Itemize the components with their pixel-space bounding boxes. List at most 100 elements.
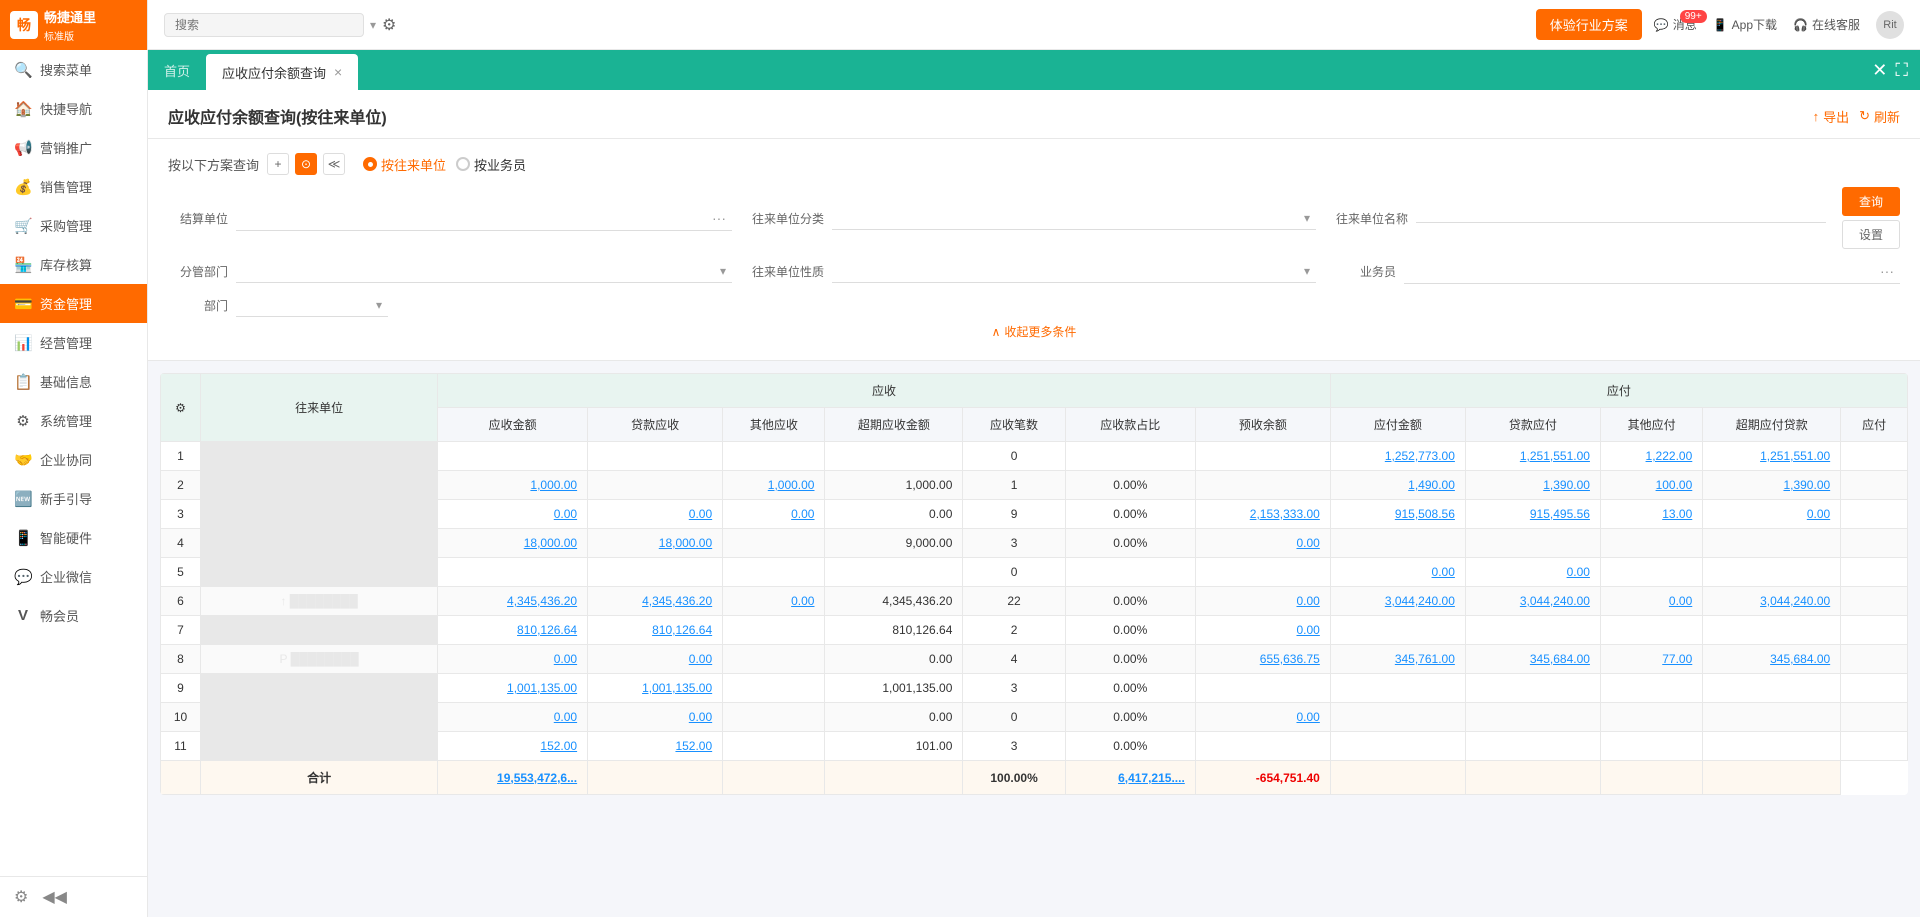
query-button[interactable]: 查询 bbox=[1842, 187, 1900, 216]
settlement-dots-icon[interactable]: ··· bbox=[712, 210, 726, 226]
filter-row-1: 结算单位 ··· 往来单位分类 ▾ 往来单位名称 bbox=[168, 187, 1900, 249]
table-wrapper[interactable]: ⚙ 往来单位 应收 应付 bbox=[160, 373, 1908, 795]
table-row: 11████████152.00152.00101.0030.00% bbox=[161, 732, 1908, 761]
table-row: 10████████0.000.000.0000.00%0.00 bbox=[161, 703, 1908, 732]
sidebar-item-hardware[interactable]: 📱 智能硬件 bbox=[0, 518, 147, 557]
col-ar-overdue: 超期应收金额 bbox=[825, 408, 963, 442]
filter-row-3: 部门 ▾ bbox=[168, 294, 1900, 317]
scheme-option-by-partner[interactable]: 按往来单位 bbox=[363, 155, 446, 174]
app-download-button[interactable]: 📱 App下载 bbox=[1713, 16, 1777, 33]
scheme-edit-button[interactable]: ⊙ bbox=[295, 153, 317, 175]
topbar-search-input[interactable] bbox=[164, 13, 364, 37]
tab-receivable-query[interactable]: 应收应付余额查询 × bbox=[206, 54, 358, 90]
tab-close-icon[interactable]: × bbox=[334, 64, 342, 80]
footer-total-label: 合计 bbox=[201, 761, 438, 795]
col-ar-ratio: 应收款占比 bbox=[1065, 408, 1195, 442]
settings-button[interactable]: 设置 bbox=[1842, 220, 1900, 249]
tab-close-window-button[interactable]: ✕ bbox=[1872, 60, 1887, 81]
dept-mgr-label: 分管部门 bbox=[168, 263, 228, 280]
settlement-unit-input[interactable]: ··· bbox=[236, 206, 732, 231]
table-row: 7████████810,126.64810,126.64810,126.642… bbox=[161, 616, 1908, 645]
sidebar-item-operations[interactable]: 📊 经营管理 bbox=[0, 323, 147, 362]
enterprise-icon: 🤝 bbox=[14, 451, 32, 469]
table-row: 2████████1,000.001,000.001,000.0010.00%1… bbox=[161, 471, 1908, 500]
dept-chevron-icon[interactable]: ▾ bbox=[376, 298, 382, 312]
message-button[interactable]: 💬 消息 99+ bbox=[1654, 16, 1697, 33]
data-section: ⚙ 往来单位 应收 应付 bbox=[160, 373, 1908, 795]
sidebar-item-guide[interactable]: 🆕 新手引导 bbox=[0, 479, 147, 518]
unit-nature-chevron-icon[interactable]: ▾ bbox=[1304, 264, 1310, 278]
col-ar-amount: 应收金额 bbox=[438, 408, 588, 442]
export-button[interactable]: ↑ 导出 bbox=[1813, 107, 1850, 126]
partner-cell: ████████ bbox=[201, 500, 438, 529]
col-ap-amount: 应付金额 bbox=[1330, 408, 1465, 442]
online-service-button[interactable]: 🎧 在线客服 bbox=[1793, 16, 1860, 33]
sidebar-item-search[interactable]: 🔍 搜索菜单 bbox=[0, 50, 147, 89]
table-row: 9████████1,001,135.001,001,135.001,001,1… bbox=[161, 674, 1908, 703]
col-ar-loan: 贷款应收 bbox=[588, 408, 723, 442]
table-settings-icon[interactable]: ⚙ bbox=[175, 401, 186, 415]
dept-label: 部门 bbox=[168, 297, 228, 314]
scheme-add-button[interactable]: + bbox=[267, 153, 289, 175]
dept-mgr-input[interactable]: ▾ bbox=[236, 260, 732, 283]
table-row: 6↑ ████████4,345,436.204,345,436.200.004… bbox=[161, 587, 1908, 616]
service-icon: 🎧 bbox=[1793, 18, 1808, 32]
sidebar-item-member[interactable]: V 畅会员 bbox=[0, 596, 147, 635]
footer-ar-ratio: 100.00% bbox=[963, 761, 1065, 795]
salesman-dots-icon[interactable]: ··· bbox=[1880, 263, 1894, 279]
sidebar: 畅 畅捷通里 标准版 🔍 搜索菜单 🏠 快捷导航 📢 营销推广 💰 销售管理 bbox=[0, 0, 148, 917]
sidebar-collapse-icon[interactable]: ◀◀ bbox=[42, 887, 67, 907]
table-row: 4████████18,000.0018,000.009,000.0030.00… bbox=[161, 529, 1908, 558]
sidebar-item-enterprise[interactable]: 🤝 企业协同 bbox=[0, 440, 147, 479]
salesman-field: 业务员 ··· bbox=[1336, 259, 1900, 284]
unit-category-input[interactable]: ▾ bbox=[832, 207, 1316, 230]
footer-ap-total: -654,751.40 bbox=[1195, 761, 1330, 795]
dept-input[interactable]: ▾ bbox=[236, 294, 388, 317]
partner-cell: P ████████ bbox=[201, 645, 438, 674]
message-icon: 💬 bbox=[1654, 18, 1669, 32]
table-footer-row: 合计 19,553,472,6... 100.00% 6,417,215....… bbox=[161, 761, 1908, 795]
basic-icon: 📋 bbox=[14, 373, 32, 391]
scheme-icons: + ⊙ ≪ bbox=[267, 153, 345, 175]
sidebar-item-wechat[interactable]: 💬 企业微信 bbox=[0, 557, 147, 596]
tab-fullscreen-button[interactable]: ⛶ bbox=[1895, 60, 1908, 81]
sidebar-item-system[interactable]: ⚙ 系统管理 bbox=[0, 401, 147, 440]
collapse-more-bar[interactable]: ∧ 收起更多条件 bbox=[168, 317, 1900, 346]
salesman-input[interactable]: ··· bbox=[1404, 259, 1900, 284]
scheme-option-by-salesman[interactable]: 按业务员 bbox=[456, 155, 526, 174]
unit-category-chevron-icon[interactable]: ▾ bbox=[1304, 211, 1310, 225]
sidebar-item-capital[interactable]: 💳 资金管理 bbox=[0, 284, 147, 323]
col-partner-header: 往来单位 bbox=[201, 374, 438, 442]
wechat-icon: 💬 bbox=[14, 568, 32, 586]
topbar-dropdown-icon[interactable]: ▾ bbox=[370, 18, 376, 32]
user-avatar[interactable]: Rit bbox=[1876, 11, 1904, 39]
scheme-collapse-button[interactable]: ≪ bbox=[323, 153, 345, 175]
sidebar-item-inventory[interactable]: 🏪 库存核算 bbox=[0, 245, 147, 284]
refresh-button[interactable]: ↻ 刷新 bbox=[1859, 107, 1900, 126]
unit-name-input[interactable] bbox=[1416, 214, 1826, 223]
sidebar-menu: 🔍 搜索菜单 🏠 快捷导航 📢 营销推广 💰 销售管理 🛒 采购管理 🏪 bbox=[0, 50, 147, 876]
footer-ar-prepaid[interactable]: 6,417,215.... bbox=[1065, 761, 1195, 795]
sales-icon: 💰 bbox=[14, 178, 32, 196]
sidebar-item-sales[interactable]: 💰 销售管理 bbox=[0, 167, 147, 206]
partner-cell: ████████ bbox=[201, 703, 438, 732]
sidebar-logo: 畅 畅捷通里 标准版 bbox=[0, 0, 147, 50]
dept-field: 部门 ▾ bbox=[168, 294, 388, 317]
sidebar-item-quicknav[interactable]: 🏠 快捷导航 bbox=[0, 89, 147, 128]
dept-mgr-chevron-icon[interactable]: ▾ bbox=[720, 264, 726, 278]
sidebar-item-basic[interactable]: 📋 基础信息 bbox=[0, 362, 147, 401]
unit-nature-field: 往来单位性质 ▾ bbox=[752, 260, 1316, 283]
home-icon: 🏠 bbox=[14, 100, 32, 118]
table-row: 8P ████████0.000.000.0040.00%655,636.753… bbox=[161, 645, 1908, 674]
footer-ar-total[interactable]: 19,553,472,6... bbox=[438, 761, 588, 795]
sidebar-item-marketing[interactable]: 📢 营销推广 bbox=[0, 128, 147, 167]
tab-home[interactable]: 首页 bbox=[148, 50, 206, 90]
col-settings-header[interactable]: ⚙ bbox=[161, 374, 201, 442]
topbar-gear-icon[interactable]: ⚙ bbox=[382, 15, 396, 35]
sidebar-item-purchase[interactable]: 🛒 采购管理 bbox=[0, 206, 147, 245]
promo-button[interactable]: 体验行业方案 bbox=[1536, 9, 1642, 40]
col-ar-other: 其他应收 bbox=[723, 408, 825, 442]
app-icon: 📱 bbox=[1713, 18, 1728, 32]
sidebar-settings-icon[interactable]: ⚙ bbox=[14, 887, 28, 907]
unit-nature-input[interactable]: ▾ bbox=[832, 260, 1316, 283]
